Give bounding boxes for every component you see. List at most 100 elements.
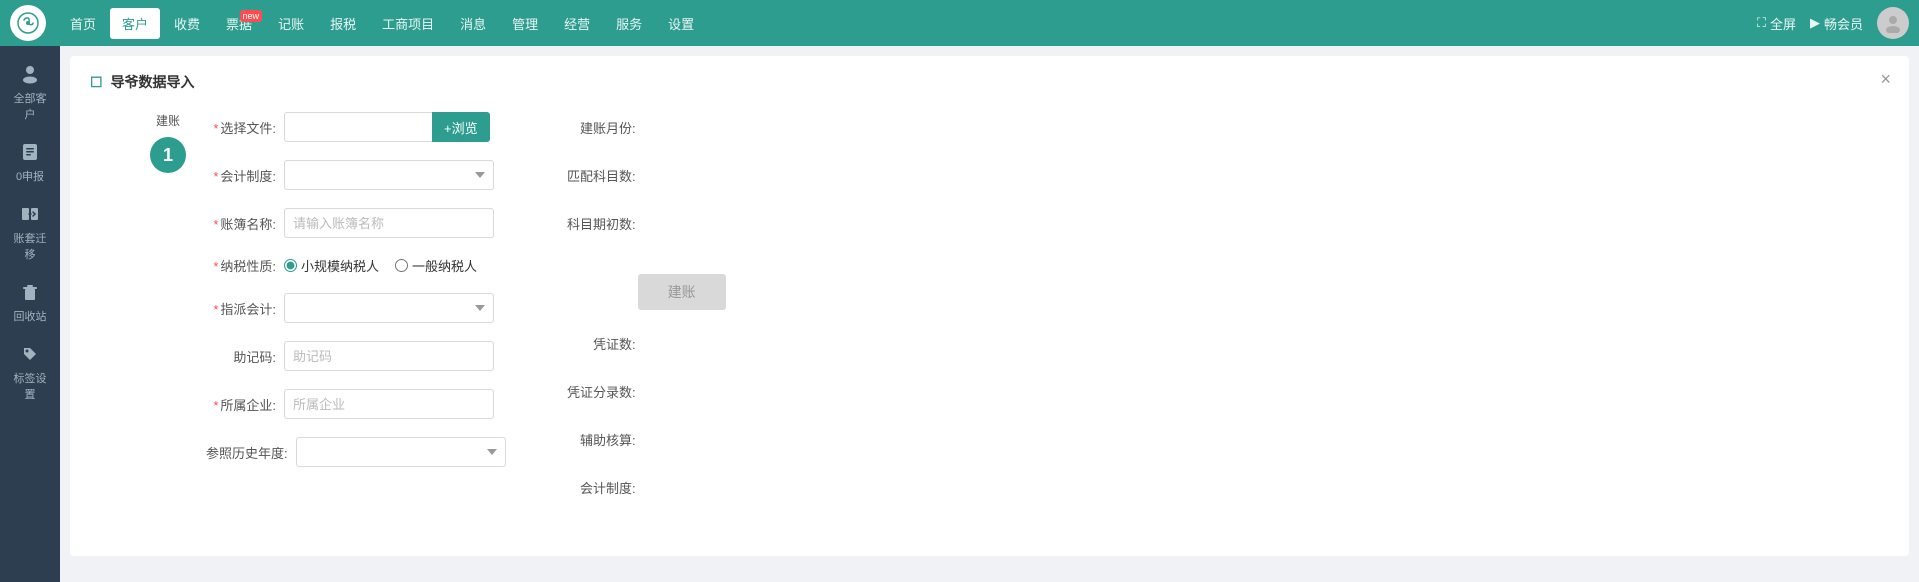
dialog-header: ☐ 导爷数据导入: [90, 72, 1889, 92]
required-star-ledger: *: [213, 217, 218, 232]
accounting-system-select[interactable]: [284, 160, 494, 190]
form-layout: 建账 1 *选择文件: +浏览: [90, 112, 1889, 502]
subject-initial-row: 科目期初数:: [546, 208, 806, 238]
file-input-group: +浏览: [284, 112, 490, 142]
required-star-accounting: *: [213, 169, 218, 184]
memo-code-label: 助记码:: [206, 347, 276, 366]
declaration-icon: [20, 142, 40, 165]
nav-items: 首页 客户 收费 票据 new 记账 报税 工商项目 消息 管理 经营 服务 设…: [58, 8, 1757, 39]
auxiliary-row: 辅助核算:: [546, 424, 806, 454]
recycle-icon: [20, 282, 40, 305]
dialog-close-button[interactable]: ×: [1880, 70, 1891, 88]
memo-code-input[interactable]: [284, 341, 494, 371]
sidebar: 全部客户 0申报 账套迁移: [0, 46, 60, 582]
form-fields: *选择文件: +浏览 *会计制度:: [206, 112, 506, 467]
build-label: 建账: [156, 112, 180, 129]
nav-business[interactable]: 工商项目: [370, 8, 446, 39]
build-account-button[interactable]: 建账: [638, 274, 726, 310]
required-star-file: *: [213, 121, 218, 136]
nav-manage[interactable]: 管理: [500, 8, 550, 39]
nav-operation[interactable]: 经营: [552, 8, 602, 39]
ledger-name-label: *账簿名称:: [206, 214, 276, 233]
tax-small-label: 小规模纳税人: [301, 256, 379, 275]
nav-fee[interactable]: 收费: [162, 8, 212, 39]
affiliated-company-label: *所属企业:: [206, 395, 276, 414]
required-star-accountant: *: [213, 302, 218, 317]
required-star-tax: *: [213, 259, 218, 274]
reference-year-label: 参照历史年度:: [206, 443, 288, 462]
tax-small-radio[interactable]: 小规模纳税人: [284, 256, 379, 275]
dialog-title: 导爷数据导入: [111, 72, 195, 92]
subject-initial-label: 科目期初数:: [546, 214, 636, 233]
sidebar-item-all-customers[interactable]: 全部客户: [3, 56, 57, 130]
right-accounting-system-row: 会计制度:: [546, 472, 806, 502]
right-accounting-system-label: 会计制度:: [546, 478, 636, 497]
voucher-count-row: 凭证数:: [546, 328, 806, 358]
accounting-system-label: *会计制度:: [206, 166, 276, 185]
assign-accountant-select[interactable]: [284, 293, 494, 323]
dialog-panel: ☐ 导爷数据导入 × 建账 1 *选择文件:: [70, 56, 1909, 556]
file-text-input[interactable]: [284, 112, 432, 142]
nav-message[interactable]: 消息: [448, 8, 498, 39]
sidebar-label-declaration: 0申报: [16, 168, 44, 184]
tag-settings-icon: [20, 344, 40, 367]
nav-accounting[interactable]: 记账: [266, 8, 316, 39]
content-area: ☐ 导爷数据导入 × 建账 1 *选择文件:: [60, 46, 1919, 582]
nav-service[interactable]: 服务: [604, 8, 654, 39]
tax-small-input[interactable]: [284, 259, 297, 272]
voucher-entries-row: 凭证分录数:: [546, 376, 806, 406]
user-avatar[interactable]: [1877, 7, 1909, 39]
affiliated-company-row: *所属企业:: [206, 389, 506, 419]
tax-type-row: *纳税性质: 小规模纳税人 一般纳税人: [206, 256, 506, 275]
nav-invoice[interactable]: 票据 new: [214, 8, 264, 39]
right-info-panel: 建账月份: 匹配科目数: 科目期初数: 建账: [546, 112, 806, 502]
sidebar-label-recycle: 回收站: [14, 308, 47, 324]
sidebar-label-tag-settings: 标签设置: [9, 370, 51, 402]
sidebar-item-tag-settings[interactable]: 标签设置: [3, 336, 57, 410]
required-star-company: *: [213, 398, 218, 413]
build-month-row: 建账月份:: [546, 112, 806, 142]
member-button[interactable]: ▶ 畅会员: [1810, 14, 1863, 33]
match-subjects-row: 匹配科目数:: [546, 160, 806, 190]
tax-general-input[interactable]: [395, 259, 408, 272]
nav-customer[interactable]: 客户: [110, 8, 160, 39]
assign-accountant-row: *指派会计:: [206, 293, 506, 323]
sidebar-label-all-customers: 全部客户: [9, 90, 51, 122]
build-month-label: 建账月份:: [546, 118, 636, 137]
match-subjects-label: 匹配科目数:: [546, 166, 636, 185]
browse-button[interactable]: +浏览: [432, 112, 490, 142]
sidebar-item-declaration[interactable]: 0申报: [3, 134, 57, 192]
auxiliary-label: 辅助核算:: [546, 430, 636, 449]
migrate-icon: [20, 204, 40, 227]
nav-settings[interactable]: 设置: [656, 8, 706, 39]
reference-year-select[interactable]: [296, 437, 506, 467]
dialog-header-icon: ☐: [90, 74, 103, 91]
sidebar-item-recycle[interactable]: 回收站: [3, 274, 57, 332]
all-customers-icon: [20, 64, 40, 87]
nav-logo[interactable]: [10, 5, 46, 41]
top-nav: 首页 客户 收费 票据 new 记账 报税 工商项目 消息 管理 经营 服务 设…: [0, 0, 1919, 46]
sidebar-label-migrate: 账套迁移: [9, 230, 51, 262]
nav-home[interactable]: 首页: [58, 8, 108, 39]
accounting-system-row: *会计制度:: [206, 160, 506, 190]
fullscreen-button[interactable]: ⛶ 全屏: [1757, 14, 1796, 33]
file-label: *选择文件:: [206, 118, 276, 137]
nav-tax[interactable]: 报税: [318, 8, 368, 39]
main-layout: 全部客户 0申报 账套迁移: [0, 46, 1919, 582]
nav-badge-new: new: [240, 10, 263, 22]
sidebar-item-migrate[interactable]: 账套迁移: [3, 196, 57, 270]
tax-type-label: *纳税性质:: [206, 256, 276, 275]
ledger-name-row: *账簿名称:: [206, 208, 506, 238]
step-badge: 1: [150, 137, 186, 173]
nav-right: ⛶ 全屏 ▶ 畅会员: [1757, 7, 1909, 39]
assign-accountant-label: *指派会计:: [206, 299, 276, 318]
ledger-name-input[interactable]: [284, 208, 494, 238]
file-select-row: *选择文件: +浏览: [206, 112, 506, 142]
memo-code-row: 助记码:: [206, 341, 506, 371]
tax-general-radio[interactable]: 一般纳税人: [395, 256, 477, 275]
tax-type-radio-group: 小规模纳税人 一般纳税人: [284, 256, 477, 275]
voucher-count-label: 凭证数:: [546, 334, 636, 353]
affiliated-company-input[interactable]: [284, 389, 494, 419]
voucher-entries-label: 凭证分录数:: [546, 382, 636, 401]
step-badge-area: 建账 1 *选择文件: +浏览: [150, 112, 506, 502]
